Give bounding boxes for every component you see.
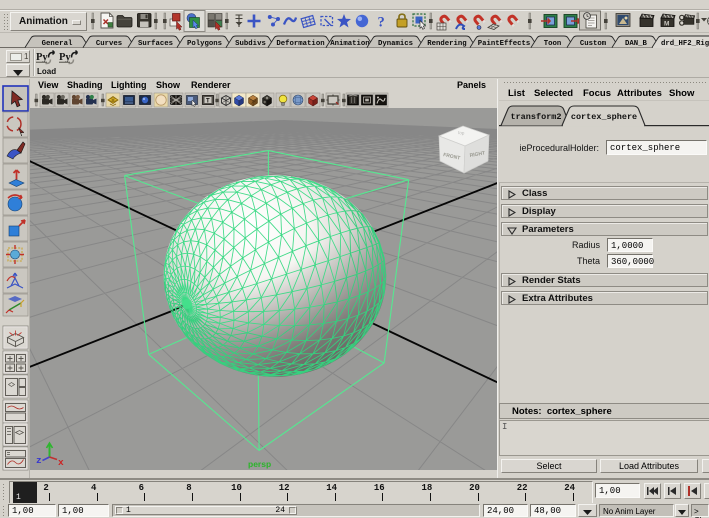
svg-text:z: z xyxy=(36,455,42,466)
svg-text:PaintEffects: PaintEffects xyxy=(478,40,531,48)
svg-text:persp: persp xyxy=(248,459,271,469)
svg-text:cortex_sphere: cortex_sphere xyxy=(571,112,637,122)
svg-text:Curves: Curves xyxy=(96,40,122,48)
svg-text:M: M xyxy=(664,21,669,28)
svg-text:T: T xyxy=(206,99,210,105)
svg-text:Dynamics: Dynamics xyxy=(378,40,413,48)
svg-text:Subdivs: Subdivs xyxy=(235,40,266,48)
svg-text:Deformation: Deformation xyxy=(276,40,324,48)
svg-text:x: x xyxy=(58,457,64,468)
svg-text:Rendering: Rendering xyxy=(427,40,466,48)
svg-text:Polygons: Polygons xyxy=(187,40,222,48)
svg-text:transform2: transform2 xyxy=(510,112,561,122)
svg-text:Animation: Animation xyxy=(330,40,369,48)
svg-text:DAN_B: DAN_B xyxy=(625,40,648,48)
svg-text:Py: Py xyxy=(59,52,71,63)
svg-text:Toon: Toon xyxy=(544,40,562,48)
svg-text:General: General xyxy=(42,40,73,48)
svg-text:top: top xyxy=(458,130,465,136)
svg-text:drd_HF2_RiggingToo: drd_HF2_RiggingToo xyxy=(661,40,709,48)
svg-text:Custom: Custom xyxy=(580,40,607,48)
svg-text:Surfaces: Surfaces xyxy=(138,40,173,48)
svg-text:Py: Py xyxy=(36,52,48,63)
svg-text:?: ? xyxy=(378,15,385,31)
